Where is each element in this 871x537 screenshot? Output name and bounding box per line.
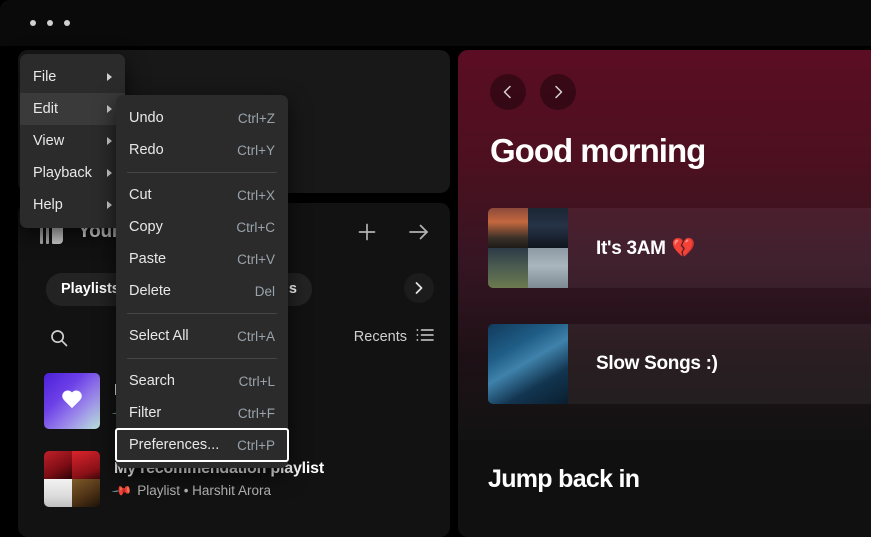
shelf-card-title: It's 3AM 💔 bbox=[596, 236, 695, 260]
menu-item-label: Undo bbox=[129, 110, 164, 126]
nav-buttons bbox=[490, 74, 576, 110]
menu-item-label: Cut bbox=[129, 187, 152, 203]
menu-item-file[interactable]: File bbox=[20, 61, 125, 93]
shelf-card-title-text: Slow Songs :) bbox=[596, 353, 718, 374]
menu-item-playback[interactable]: Playback bbox=[20, 157, 125, 189]
sort-recents-button[interactable]: Recents bbox=[354, 327, 434, 347]
shelf-card-slow-songs[interactable]: Slow Songs :) bbox=[488, 324, 871, 404]
shelf-art-anime bbox=[488, 324, 568, 404]
menu-item-label: Filter bbox=[129, 405, 162, 421]
page-title: Good morning bbox=[490, 132, 706, 169]
chevron-right-icon bbox=[107, 137, 112, 145]
dot-2 bbox=[47, 20, 53, 26]
window-menu-button[interactable] bbox=[30, 20, 70, 26]
list-item-subtitle: 📌 Playlist • Harshit Arora bbox=[111, 479, 324, 501]
menu-item-label: Paste bbox=[129, 251, 167, 267]
menu-item-accelerator: Ctrl+X bbox=[237, 187, 275, 203]
menu-item-accelerator: Ctrl+P bbox=[237, 437, 275, 453]
menu-item-view[interactable]: View bbox=[20, 125, 125, 157]
menu-item-label: File bbox=[33, 69, 57, 85]
menu-item-label: Search bbox=[129, 373, 175, 389]
chevron-right-icon bbox=[107, 201, 112, 209]
nav-forward-button[interactable] bbox=[540, 74, 576, 110]
menu-item-accelerator: Ctrl+F bbox=[237, 405, 275, 421]
list-item-subtitle-text: Playlist • Harshit Arora bbox=[137, 483, 271, 498]
menu-item-label: Copy bbox=[129, 219, 163, 235]
menu-item-accelerator: Ctrl+Z bbox=[237, 110, 275, 126]
menu-item-edit[interactable]: Edit bbox=[20, 93, 125, 125]
liked-songs-art bbox=[44, 373, 100, 429]
menu-item-label: Playback bbox=[33, 165, 92, 181]
pin-icon: 📌 bbox=[111, 479, 134, 501]
menu-item-label: Preferences... bbox=[129, 437, 220, 453]
menu-item-paste[interactable]: Paste Ctrl+V bbox=[116, 243, 288, 275]
menu-item-preferences[interactable]: Preferences... Ctrl+P bbox=[115, 428, 289, 462]
add-playlist-button[interactable] bbox=[352, 217, 382, 247]
menu-separator bbox=[127, 358, 277, 359]
menu-item-accelerator: Ctrl+Y bbox=[237, 142, 275, 158]
nav-back-button[interactable] bbox=[490, 74, 526, 110]
broken-heart-icon: 💔 bbox=[671, 238, 696, 259]
shelf-card-title-text: It's 3AM bbox=[596, 238, 666, 259]
menu-item-copy[interactable]: Copy Ctrl+C bbox=[116, 211, 288, 243]
library-actions bbox=[352, 217, 434, 247]
section-heading-jump-back-in: Jump back in bbox=[488, 465, 640, 493]
menu-separator bbox=[127, 172, 277, 173]
heart-icon bbox=[61, 391, 83, 411]
menu-item-undo[interactable]: Undo Ctrl+Z bbox=[116, 102, 288, 134]
search-icon[interactable] bbox=[44, 323, 74, 353]
edit-menu-dropdown: Undo Ctrl+Z Redo Ctrl+Y Cut Ctrl+X Copy Ctrl+C P… bbox=[115, 95, 289, 468]
menu-separator bbox=[127, 313, 277, 314]
menu-item-accelerator: Ctrl+A bbox=[237, 328, 275, 344]
menu-item-accelerator: Ctrl+V bbox=[237, 251, 275, 267]
playlist-collage-art bbox=[44, 451, 100, 507]
shelf-art-collage bbox=[488, 208, 568, 288]
chevron-right-icon bbox=[107, 169, 112, 177]
shelf-card-its-3am[interactable]: It's 3AM 💔 bbox=[488, 208, 871, 288]
menu-item-label: Edit bbox=[33, 101, 58, 117]
menu-item-label: Redo bbox=[129, 142, 164, 158]
chevron-right-icon bbox=[107, 105, 112, 113]
menu-item-label: View bbox=[33, 133, 65, 149]
menu-item-accelerator: Ctrl+C bbox=[236, 219, 275, 235]
menu-item-cut[interactable]: Cut Ctrl+X bbox=[116, 179, 288, 211]
main-content: Good morning It's 3AM 💔 Slow Songs :) Jum… bbox=[458, 50, 871, 537]
menu-item-label: Help bbox=[33, 197, 63, 213]
app-window: me Your Library bbox=[0, 0, 871, 537]
dot-3 bbox=[64, 20, 70, 26]
menu-item-search[interactable]: Search Ctrl+L bbox=[116, 365, 288, 397]
menu-item-select-all[interactable]: Select All Ctrl+A bbox=[116, 320, 288, 352]
expand-library-button[interactable] bbox=[404, 217, 434, 247]
menu-item-help[interactable]: Help bbox=[20, 189, 125, 221]
title-bar bbox=[0, 0, 871, 46]
sort-recents-label: Recents bbox=[353, 329, 407, 345]
dot-1 bbox=[30, 20, 36, 26]
menubar-dropdown: File Edit View Playback Help bbox=[20, 54, 125, 228]
menu-item-label: Delete bbox=[129, 283, 171, 299]
menu-item-label: Select All bbox=[129, 328, 189, 344]
list-view-icon bbox=[416, 327, 434, 347]
menu-item-accelerator: Ctrl+L bbox=[238, 373, 275, 389]
shelf-card-title: Slow Songs :) bbox=[596, 353, 718, 375]
menu-item-redo[interactable]: Redo Ctrl+Y bbox=[116, 134, 288, 166]
filter-scroll-next-button[interactable] bbox=[404, 273, 434, 303]
menu-item-filter[interactable]: Filter Ctrl+F bbox=[116, 397, 288, 429]
chevron-right-icon bbox=[107, 73, 112, 81]
menu-item-delete[interactable]: Delete Del bbox=[116, 275, 288, 307]
menu-item-accelerator: Del bbox=[254, 283, 275, 299]
